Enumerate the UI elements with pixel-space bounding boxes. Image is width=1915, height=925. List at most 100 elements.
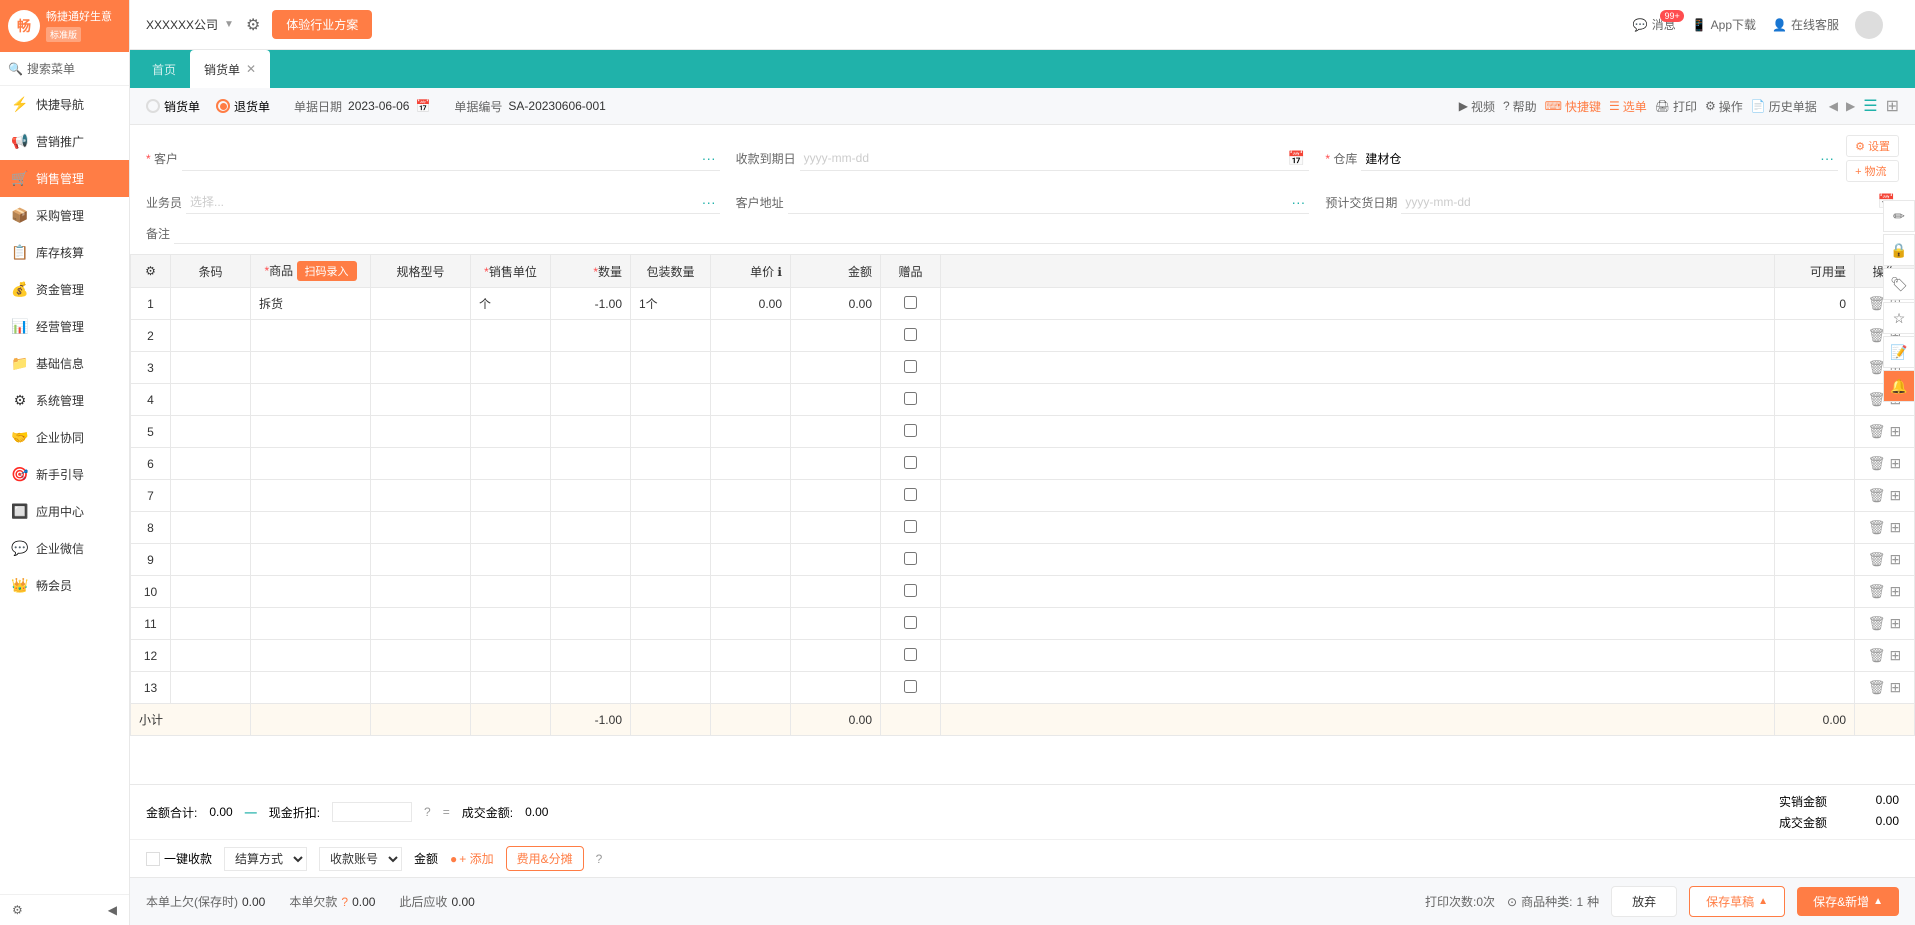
row-pkgqty[interactable] <box>631 576 711 608</box>
gift-checkbox[interactable] <box>904 680 917 693</box>
discount-help-icon[interactable]: ? <box>424 805 431 819</box>
sidebar-item-marketing[interactable]: 📢 营销推广 <box>0 123 129 160</box>
row-pkgqty[interactable] <box>631 480 711 512</box>
row-product[interactable]: 拆货 <box>251 288 371 320</box>
row-qty[interactable] <box>551 672 631 704</box>
scan-button[interactable]: 扫码录入 <box>297 261 357 281</box>
row-gift[interactable] <box>881 448 941 480</box>
expected-date-input[interactable]: yyyy-mm-dd 📅 <box>1401 190 1899 214</box>
row-amount[interactable] <box>791 544 881 576</box>
row-unit[interactable] <box>471 576 551 608</box>
row-price[interactable] <box>711 608 791 640</box>
row-pkgqty[interactable]: 1个 <box>631 288 711 320</box>
row-price[interactable] <box>711 640 791 672</box>
row-product[interactable] <box>251 416 371 448</box>
row-price[interactable] <box>711 672 791 704</box>
row-qty[interactable] <box>551 512 631 544</box>
row-copy-icon[interactable]: ⊞ <box>1890 423 1902 440</box>
view-grid-icon[interactable]: ⊞ <box>1886 96 1899 116</box>
app-download-button[interactable]: 📱 App下载 <box>1692 16 1756 33</box>
row-amount[interactable] <box>791 416 881 448</box>
discount-input[interactable] <box>332 802 412 822</box>
row-pkgqty[interactable] <box>631 512 711 544</box>
logistics-button[interactable]: + 物流 <box>1846 160 1899 182</box>
row-unit[interactable] <box>471 640 551 672</box>
row-amount[interactable]: 0.00 <box>791 288 881 320</box>
sidebar-item-guide[interactable]: 🎯 新手引导 <box>0 456 129 493</box>
row-spec[interactable] <box>371 320 471 352</box>
row-gift[interactable] <box>881 512 941 544</box>
row-amount[interactable] <box>791 608 881 640</box>
row-product[interactable] <box>251 608 371 640</box>
sidebar-item-member[interactable]: 👑 畅会员 <box>0 567 129 604</box>
row-copy-icon[interactable]: ⊞ <box>1890 551 1902 568</box>
row-product[interactable] <box>251 512 371 544</box>
radio-return[interactable]: 退货单 <box>216 98 270 115</box>
row-price[interactable]: 0.00 <box>711 288 791 320</box>
row-delete-icon[interactable]: 🗑 <box>1868 647 1886 664</box>
save-new-button[interactable]: 保存&新增 ▲ <box>1797 887 1899 916</box>
row-spec[interactable] <box>371 544 471 576</box>
row-barcode[interactable] <box>171 480 251 512</box>
row-product[interactable] <box>251 672 371 704</box>
row-gift[interactable] <box>881 416 941 448</box>
row-amount[interactable] <box>791 480 881 512</box>
row-copy-icon[interactable]: ⊞ <box>1890 615 1902 632</box>
row-barcode[interactable] <box>171 384 251 416</box>
row-amount[interactable] <box>791 352 881 384</box>
row-delete-icon[interactable]: 🗑 <box>1868 423 1886 440</box>
row-copy-icon[interactable]: ⊞ <box>1890 455 1902 472</box>
nav-next-icon[interactable]: ▶ <box>1846 99 1855 113</box>
row-unit[interactable] <box>471 512 551 544</box>
collapse-icon[interactable]: ◀ <box>108 903 117 917</box>
row-qty[interactable] <box>551 480 631 512</box>
trial-button[interactable]: 体验行业方案 <box>272 10 372 39</box>
row-gift[interactable] <box>881 320 941 352</box>
product-kind-radio-icon[interactable]: ⊙ <box>1507 895 1517 909</box>
row-barcode[interactable] <box>171 640 251 672</box>
settings-button[interactable]: ⚙ 设置 <box>1846 135 1899 157</box>
due-date-calendar-icon[interactable]: 📅 <box>1288 150 1305 167</box>
right-tb-star[interactable]: ☆ <box>1883 302 1915 334</box>
row-pkgqty[interactable] <box>631 640 711 672</box>
row-gift[interactable] <box>881 480 941 512</box>
online-service-button[interactable]: 👤 在线客服 <box>1772 16 1839 33</box>
row-qty[interactable] <box>551 384 631 416</box>
row-pkgqty[interactable] <box>631 416 711 448</box>
row-unit[interactable] <box>471 384 551 416</box>
row-product[interactable] <box>251 480 371 512</box>
sidebar-item-purchase[interactable]: 📦 采购管理 <box>0 197 129 234</box>
row-gift[interactable] <box>881 288 941 320</box>
row-gift[interactable] <box>881 640 941 672</box>
payment-help-icon[interactable]: ? <box>596 852 603 866</box>
row-barcode[interactable] <box>171 416 251 448</box>
gift-checkbox[interactable] <box>904 424 917 437</box>
radio-sales[interactable]: 销货单 <box>146 98 200 115</box>
row-spec[interactable] <box>371 352 471 384</box>
row-amount[interactable] <box>791 448 881 480</box>
row-price[interactable] <box>711 544 791 576</box>
toolbar-select[interactable]: ☰ 选单 <box>1609 98 1647 115</box>
row-unit[interactable] <box>471 416 551 448</box>
settings-icon[interactable]: ⚙ <box>12 903 23 917</box>
row-price[interactable] <box>711 384 791 416</box>
user-avatar[interactable] <box>1855 11 1883 39</box>
row-product[interactable] <box>251 576 371 608</box>
row-price[interactable] <box>711 320 791 352</box>
save-draft-button[interactable]: 保存草稿 ▲ <box>1689 886 1785 917</box>
row-product[interactable] <box>251 384 371 416</box>
tab-home[interactable]: 首页 <box>138 50 190 88</box>
row-product[interactable] <box>251 352 371 384</box>
row-amount[interactable] <box>791 640 881 672</box>
row-spec[interactable] <box>371 416 471 448</box>
addr-dots-icon[interactable]: ··· <box>1291 194 1305 210</box>
row-qty[interactable] <box>551 416 631 448</box>
sidebar-item-enterprise[interactable]: 🤝 企业协同 <box>0 419 129 456</box>
payment-method-select[interactable]: 结算方式 <box>224 847 307 871</box>
customer-input[interactable]: ··· <box>182 147 720 171</box>
company-selector[interactable]: XXXXXX公司 ▼ <box>146 16 234 33</box>
salesman-dots-icon[interactable]: ··· <box>702 194 716 210</box>
row-barcode[interactable] <box>171 448 251 480</box>
sidebar-item-inventory[interactable]: 📋 库存核算 <box>0 234 129 271</box>
row-unit[interactable] <box>471 352 551 384</box>
